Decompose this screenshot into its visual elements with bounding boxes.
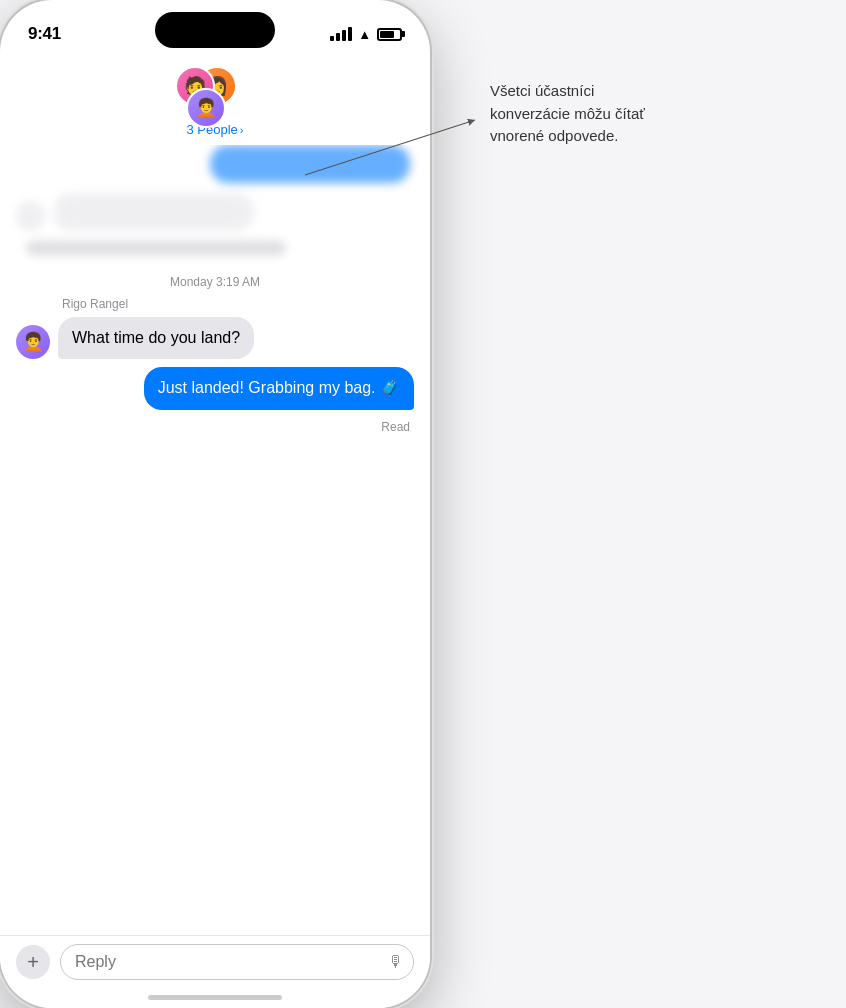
dynamic-island [155, 12, 275, 48]
annotation-line1: Všetci účastníci [490, 82, 594, 99]
blurred-messages [16, 145, 414, 255]
bar4 [348, 27, 352, 41]
blur-bubble-1 [210, 145, 410, 183]
outer-wrapper: 9:41 ▲ 🧑 [0, 0, 846, 1008]
bar2 [336, 33, 340, 41]
blur-avatar-1 [16, 201, 46, 231]
battery-fill [380, 31, 394, 38]
read-receipt: Read [16, 420, 410, 434]
battery-icon [377, 28, 402, 41]
bubble-sent[interactable]: Just landed! Grabbing my bag. 🧳 [144, 367, 414, 409]
mic-icon[interactable]: 🎙 [388, 953, 404, 971]
chevron-right-icon: › [240, 124, 244, 136]
timestamp: Monday 3:19 AM [16, 275, 414, 289]
signal-bars-icon [330, 27, 352, 41]
status-icons: ▲ [330, 27, 402, 42]
avatar-3: 🧑‍🦱 [186, 88, 226, 128]
plus-button[interactable]: + [16, 945, 50, 979]
phone-content: 9:41 ▲ 🧑 [0, 0, 430, 1008]
blur-bubble-2 [54, 193, 254, 231]
annotation-line2: konverzácie môžu čítať [490, 105, 645, 122]
reply-input-wrapper: 🎙 [60, 944, 414, 980]
bar1 [330, 36, 334, 41]
blur-text-1 [26, 241, 286, 255]
rigo-avatar: 🧑‍🦱 [16, 325, 50, 359]
message-row-received: 🧑‍🦱 What time do you land? [16, 317, 414, 359]
phone-frame: 9:41 ▲ 🧑 [0, 0, 430, 1008]
spacer [0, 540, 430, 935]
message-row-sent: Just landed! Grabbing my bag. 🧳 [16, 367, 414, 409]
conversation-header[interactable]: 🧑 👩 🧑‍🦱 3 People › [0, 54, 430, 145]
annotation-line3: vnorené odpovede. [490, 127, 618, 144]
annotation-text: Všetci účastníci konverzácie môžu čítať … [490, 80, 645, 148]
home-indicator [148, 995, 282, 1000]
chat-area: Monday 3:19 AM Rigo Rangel 🧑‍🦱 What time… [0, 145, 430, 540]
blur-row-1 [16, 193, 414, 231]
bubble-received[interactable]: What time do you land? [58, 317, 254, 359]
bar3 [342, 30, 346, 41]
sender-name: Rigo Rangel [62, 297, 414, 311]
avatar-group[interactable]: 🧑 👩 🧑‍🦱 [175, 66, 255, 118]
status-time: 9:41 [28, 24, 61, 44]
avatar-3-face: 🧑‍🦱 [188, 90, 224, 126]
reply-input[interactable] [60, 944, 414, 980]
wifi-icon: ▲ [358, 27, 371, 42]
